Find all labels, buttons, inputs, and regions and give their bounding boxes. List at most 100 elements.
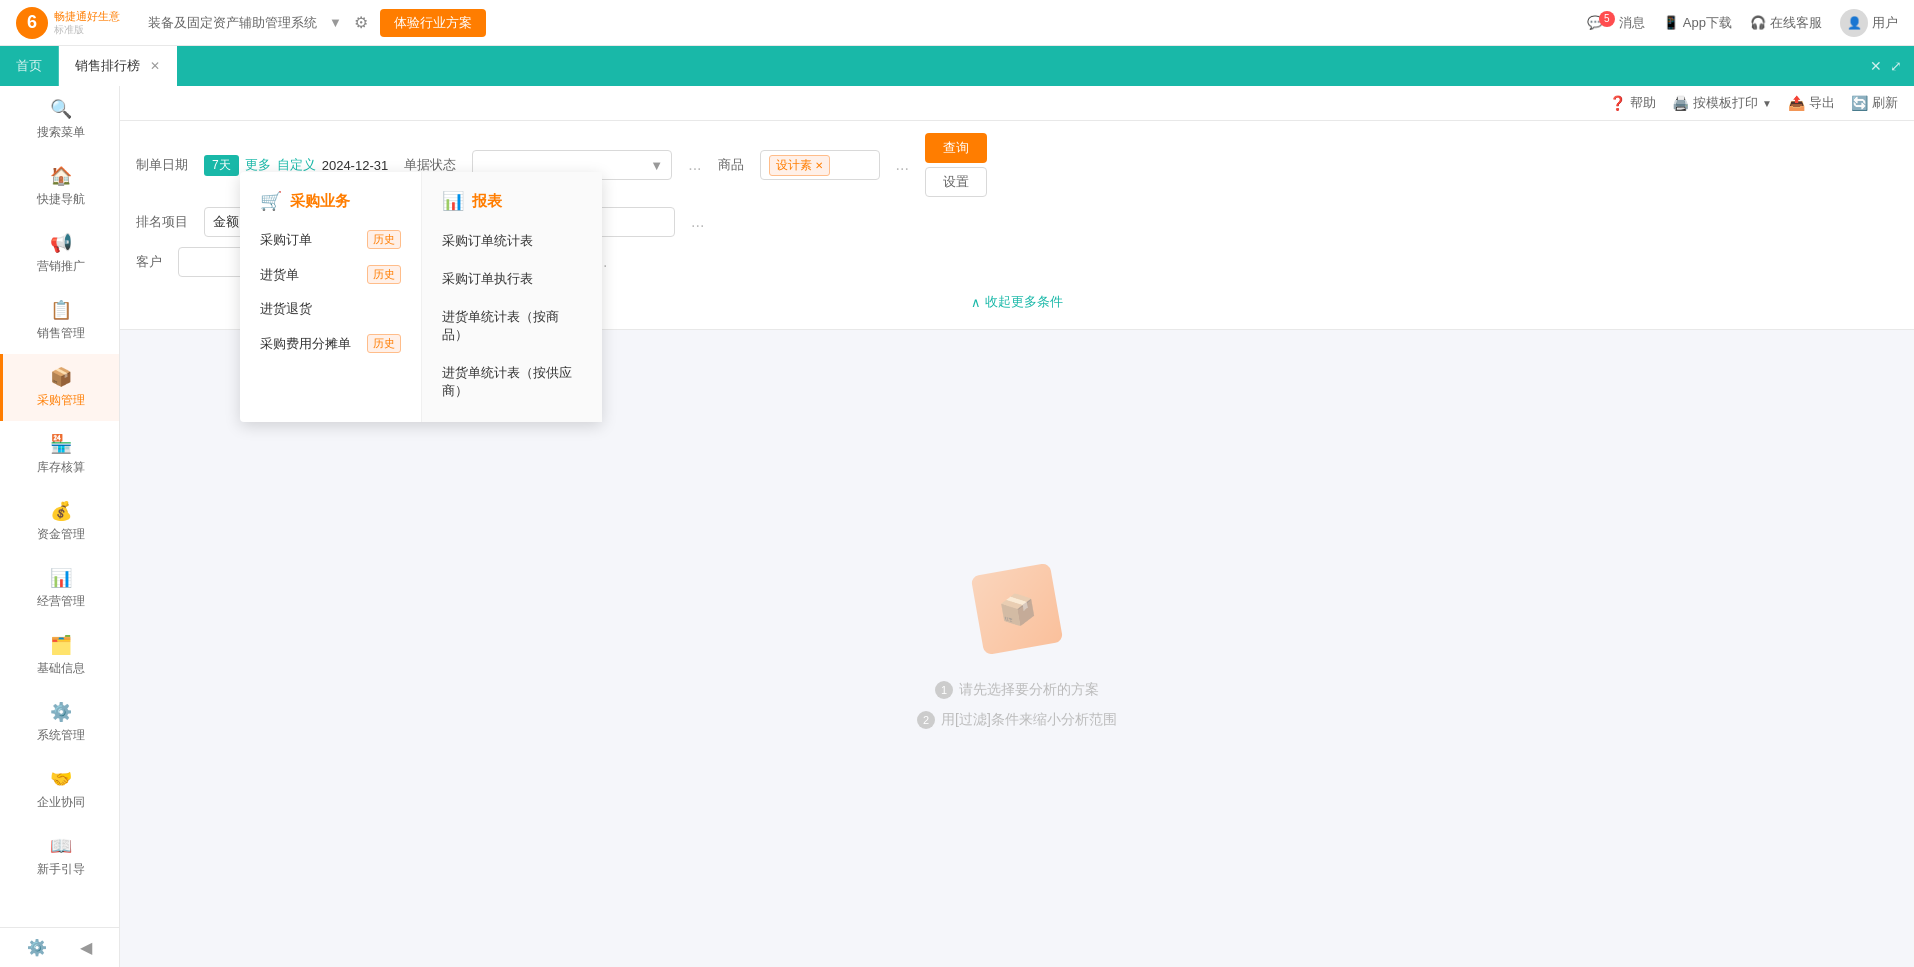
user-label: 用户: [1872, 14, 1898, 32]
sidebar-item-quicknav[interactable]: 🏠 快捷导航: [0, 153, 119, 220]
sidebar-item-operations[interactable]: 📊 经营管理: [0, 555, 119, 622]
export-icon: 📤: [1788, 95, 1805, 111]
notification-label: 消息: [1619, 14, 1645, 32]
dropdown-item-receipt-stats-supplier[interactable]: 进货单统计表（按供应商）: [422, 354, 603, 410]
dropdown-item-purchase-expense[interactable]: 采购费用分摊单 历史: [240, 326, 421, 361]
tab-sales-ranking-label: 销售排行榜: [75, 57, 140, 75]
query-button[interactable]: 查询: [925, 133, 987, 163]
dropdown-item-receipt-stats-goods[interactable]: 进货单统计表（按商品）: [422, 298, 603, 354]
dropdown-item-purchase-order[interactable]: 采购订单 历史: [240, 222, 421, 257]
template-print-arrow[interactable]: ▼: [1762, 98, 1772, 109]
dropdown-purchase-col: 🛒 采购业务 采购订单 历史 进货单 历史 进货退货 采购费用分摊单 历史: [240, 172, 421, 422]
template-print-item[interactable]: 🖨️ 按模板打印 ▼: [1672, 94, 1772, 112]
sidebar-item-inventory[interactable]: 🏪 库存核算: [0, 421, 119, 488]
history-badge-0: 历史: [367, 230, 401, 249]
empty-state: 📦 1 请先选择要分析的方案 2 用[过滤]条件来缩小分析范围: [120, 330, 1914, 967]
gear-icon: ⚙️: [50, 701, 72, 723]
report-header-icon: 📊: [442, 190, 464, 212]
sidebar-item-purchase[interactable]: 📦 采购管理: [0, 354, 119, 421]
tab-close-btn[interactable]: ✕: [1870, 58, 1882, 74]
sidebar: 🔍 搜索菜单 🏠 快捷导航 📢 营销推广 📋 销售管理 📦 采购管理 🏪 库存核…: [0, 86, 120, 967]
print-icon: 🖨️: [1672, 95, 1689, 111]
dropdown-item-order-stats[interactable]: 采购订单统计表: [422, 222, 603, 260]
sidebar-item-finance[interactable]: 💰 资金管理: [0, 488, 119, 555]
history-badge-1: 历史: [367, 265, 401, 284]
rank-label: 排名项目: [136, 213, 188, 231]
home-icon: 🏠: [50, 165, 72, 187]
dropdown-item-order-exec[interactable]: 采购订单执行表: [422, 260, 603, 298]
date-value: 2024-12-31: [322, 158, 389, 173]
help-item[interactable]: ❓ 帮助: [1609, 94, 1656, 112]
empty-hint-2: 2 用[过滤]条件来缩小分析范围: [917, 711, 1117, 729]
tab-sales-ranking[interactable]: 销售排行榜 ✕: [59, 46, 177, 86]
main-content: ❓ 帮助 🖨️ 按模板打印 ▼ 📤 导出 🔄 刷新 制单日期: [120, 86, 1914, 967]
collapse-sidebar-icon[interactable]: ◀: [80, 938, 92, 957]
box-icon: 📦: [50, 366, 72, 388]
hint-circle-1: 1: [935, 681, 953, 699]
megaphone-icon: 📢: [50, 232, 72, 254]
sidebar-item-search[interactable]: 🔍 搜索菜单: [0, 86, 119, 153]
help-icon: ❓: [1609, 95, 1626, 111]
handshake-icon: 🤝: [50, 768, 72, 790]
money-icon: 💰: [50, 500, 72, 522]
date-7days[interactable]: 7天: [204, 155, 239, 176]
empty-illustration: 📦: [957, 569, 1077, 669]
dropdown-item-goods-return[interactable]: 进货退货: [240, 292, 421, 326]
settings-bottom-icon[interactable]: ⚙️: [27, 938, 47, 957]
sidebar-item-marketing[interactable]: 📢 营销推广: [0, 220, 119, 287]
doc-status-dots[interactable]: ...: [688, 156, 701, 174]
action-col: 查询 设置: [925, 133, 987, 197]
goods-tag-close[interactable]: ✕: [815, 160, 823, 171]
tab-maximize-btn[interactable]: ⤢: [1890, 58, 1902, 74]
goods-dots[interactable]: ...: [896, 156, 909, 174]
collapse-text: 收起更多条件: [985, 293, 1063, 311]
clipboard-icon: 📋: [50, 299, 72, 321]
logo-text: 畅捷通好生意 标准版: [54, 9, 120, 36]
system-title: 装备及固定资产辅助管理系统: [148, 14, 317, 32]
top-right: 💬 5 消息 📱 App下载 🎧 在线客服 👤 用户: [1587, 9, 1898, 37]
sidebar-item-newguide[interactable]: 📖 新手引导: [0, 823, 119, 890]
mobile-icon: 📱: [1663, 15, 1679, 30]
sidebar-item-basicinfo[interactable]: 🗂️ 基础信息: [0, 622, 119, 689]
search-icon: 🔍: [50, 98, 72, 120]
sidebar-item-collaboration[interactable]: 🤝 企业协同: [0, 756, 119, 823]
top-bar: 6 畅捷通好生意 标准版 装备及固定资产辅助管理系统 ▼ ⚙ 体验行业方案 💬 …: [0, 0, 1914, 46]
dropdown-arrow-icon[interactable]: ▼: [329, 15, 342, 30]
avatar: 👤: [1840, 9, 1868, 37]
goods-label: 商品: [718, 156, 744, 174]
sidebar-item-sales[interactable]: 📋 销售管理: [0, 287, 119, 354]
dropdown-item-goods-receipt[interactable]: 进货单 历史: [240, 257, 421, 292]
customer-label: 客户: [136, 253, 162, 271]
user-item[interactable]: 👤 用户: [1840, 9, 1898, 37]
industry-btn[interactable]: 体验行业方案: [380, 9, 486, 37]
dropdown-report-col: 📊 报表 采购订单统计表 采购订单执行表 进货单统计表（按商品） 进货单统计表（…: [421, 172, 603, 422]
setting-button[interactable]: 设置: [925, 167, 987, 197]
date-label: 制单日期: [136, 156, 188, 174]
online-service-item[interactable]: 🎧 在线客服: [1750, 14, 1822, 32]
collapse-up-icon: ∧: [971, 295, 981, 310]
tab-close-icon[interactable]: ✕: [150, 59, 160, 73]
sidebar-bottom: ⚙️ ◀: [0, 927, 119, 967]
dropdown-menu: 🛒 采购业务 采购订单 历史 进货单 历史 进货退货 采购费用分摊单 历史: [240, 172, 602, 422]
store-icon: 🏪: [50, 433, 72, 455]
refresh-icon: 🔄: [1851, 95, 1868, 111]
book-icon: 📖: [50, 835, 72, 857]
settings-icon[interactable]: ⚙: [354, 13, 368, 32]
tab-bar: 首页 销售排行榜 ✕ ✕ ⤢: [0, 46, 1914, 86]
notification-item[interactable]: 💬 5 消息: [1587, 14, 1645, 32]
notification-badge: 5: [1599, 11, 1615, 27]
app-download-item[interactable]: 📱 App下载: [1663, 14, 1732, 32]
refresh-item[interactable]: 🔄 刷新: [1851, 94, 1898, 112]
sidebar-item-system[interactable]: ⚙️ 系统管理: [0, 689, 119, 756]
tab-home-label: 首页: [16, 57, 42, 75]
folder-icon: 🗂️: [50, 634, 72, 656]
goods-tag: 设计素 ✕: [769, 155, 830, 176]
export-item[interactable]: 📤 导出: [1788, 94, 1835, 112]
history-badge-3: 历史: [367, 334, 401, 353]
goods-input[interactable]: 设计素 ✕: [760, 150, 880, 180]
doc-status-arrow: ▼: [650, 158, 663, 173]
tab-controls: ✕ ⤢: [1870, 58, 1914, 74]
purchase-header-icon: 🛒: [260, 190, 282, 212]
salesperson-dots[interactable]: ...: [691, 213, 704, 231]
tab-home[interactable]: 首页: [0, 46, 59, 86]
